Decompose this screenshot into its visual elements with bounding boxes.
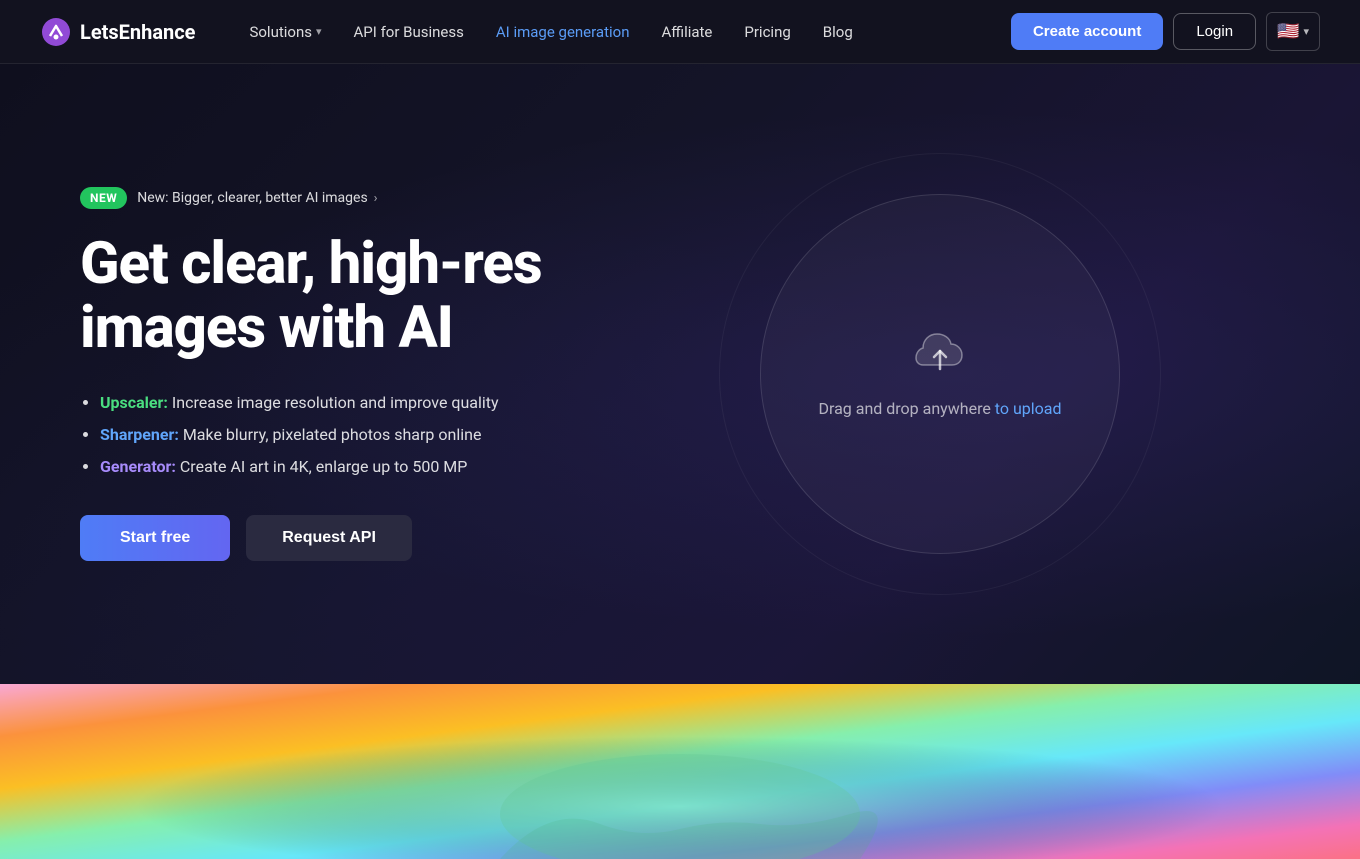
new-badge-row: NEW New: Bigger, clearer, better AI imag… <box>80 187 680 209</box>
chameleon-image <box>0 684 1360 859</box>
feature-generator: Generator: Create AI art in 4K, enlarge … <box>100 455 680 479</box>
new-badge-text[interactable]: New: Bigger, clearer, better AI images › <box>137 190 377 206</box>
hero-section: NEW New: Bigger, clearer, better AI imag… <box>0 64 1360 684</box>
nav-blog[interactable]: Blog <box>809 15 867 49</box>
chevron-down-icon: ▾ <box>316 25 322 38</box>
nav-links: Solutions ▾ API for Business AI image ge… <box>235 15 1011 49</box>
bottom-image-strip <box>0 684 1360 859</box>
hero-buttons: Start free Request API <box>80 515 680 561</box>
nav-pricing[interactable]: Pricing <box>730 15 804 49</box>
feature-sharpener: Sharpener: Make blurry, pixelated photos… <box>100 423 680 447</box>
nav-solutions[interactable]: Solutions ▾ <box>235 15 335 49</box>
hero-visual: Drag and drop anywhere to upload <box>740 194 1140 554</box>
upload-link[interactable]: to upload <box>995 399 1062 418</box>
hero-title: Get clear, high-res images with AI <box>80 233 680 361</box>
upload-dropzone[interactable]: Drag and drop anywhere to upload <box>760 194 1120 554</box>
hero-content: NEW New: Bigger, clearer, better AI imag… <box>80 187 680 561</box>
upscaler-text: Increase image resolution and improve qu… <box>172 393 499 412</box>
login-button[interactable]: Login <box>1173 13 1256 50</box>
generator-text: Create AI art in 4K, enlarge up to 500 M… <box>180 457 467 476</box>
start-free-button[interactable]: Start free <box>80 515 230 561</box>
logo[interactable]: LetsEnhance <box>40 16 195 48</box>
create-account-button[interactable]: Create account <box>1011 13 1163 50</box>
arrow-icon: › <box>374 191 378 206</box>
nav-ai-image[interactable]: AI image generation <box>482 15 644 49</box>
sharpener-label: Sharpener: <box>100 425 179 444</box>
nav-affiliate[interactable]: Affiliate <box>647 15 726 49</box>
chevron-down-icon: ▾ <box>1303 25 1309 38</box>
nav-api[interactable]: API for Business <box>340 15 478 49</box>
feature-upscaler: Upscaler: Increase image resolution and … <box>100 391 680 415</box>
nav-right: Create account Login 🇺🇸 ▾ <box>1011 12 1320 51</box>
language-selector[interactable]: 🇺🇸 ▾ <box>1266 12 1320 51</box>
upscaler-label: Upscaler: <box>100 393 168 412</box>
flag-icon: 🇺🇸 <box>1277 21 1299 42</box>
hero-features: Upscaler: Increase image resolution and … <box>80 391 680 479</box>
new-badge: NEW <box>80 187 127 209</box>
upload-icon <box>908 331 972 383</box>
sharpener-text: Make blurry, pixelated photos sharp onli… <box>183 425 482 444</box>
generator-label: Generator: <box>100 457 176 476</box>
navigation: LetsEnhance Solutions ▾ API for Business… <box>0 0 1360 64</box>
logo-text: LetsEnhance <box>80 20 195 44</box>
request-api-button[interactable]: Request API <box>246 515 412 561</box>
upload-text: Drag and drop anywhere to upload <box>818 399 1061 418</box>
